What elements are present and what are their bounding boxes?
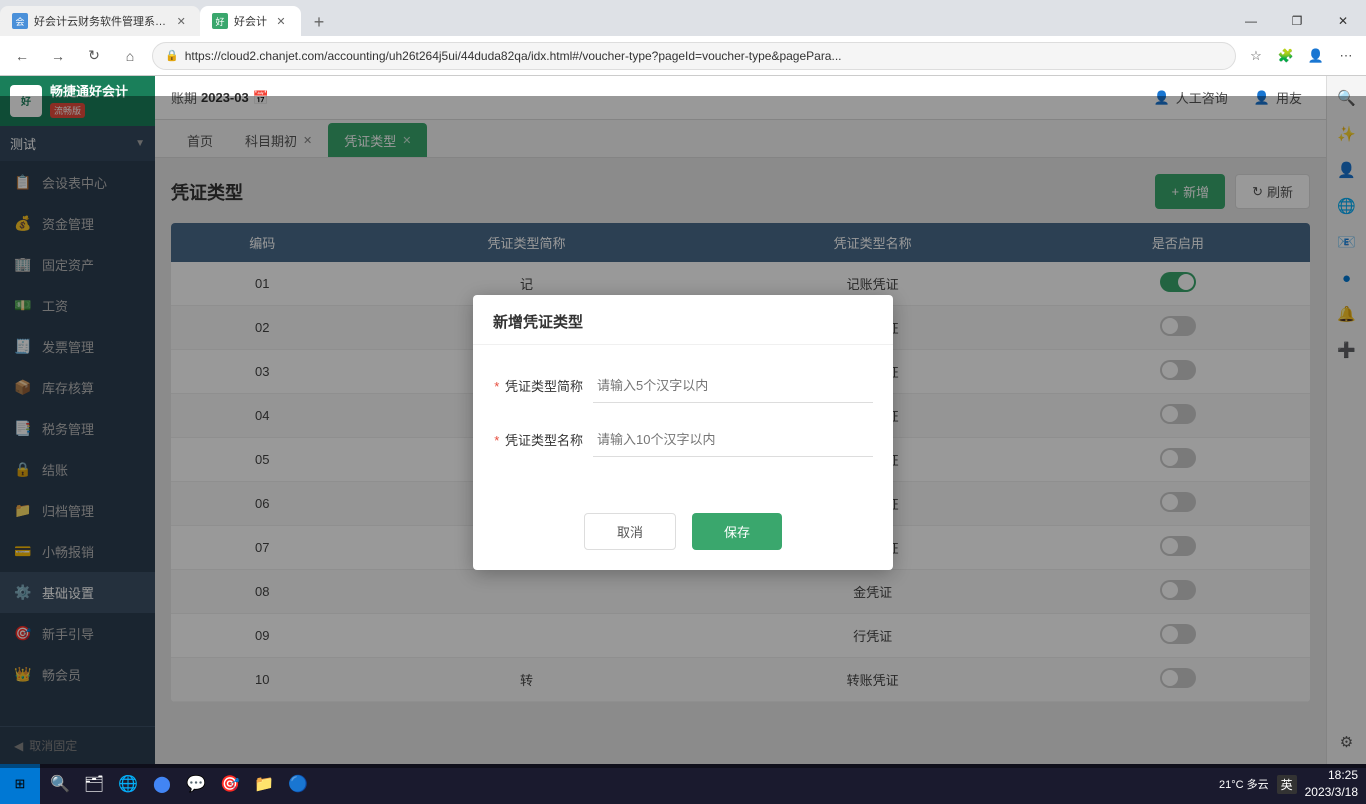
- cancel-button[interactable]: 取消: [584, 513, 676, 550]
- date-display: 2023/3/18: [1305, 784, 1358, 801]
- taskbar-icons: 🔍 🗂 🌐 ⬤ 💬 🎯 📁 🔵: [40, 768, 318, 800]
- profile-icon[interactable]: 👤: [1304, 44, 1328, 68]
- browser-tab-2[interactable]: 好 好会计 ✕: [200, 6, 301, 36]
- modal-overlay[interactable]: 新增凭证类型 * 凭证类型简称 * 凭证类型名称 取消 保存: [0, 96, 1366, 768]
- tab2-close[interactable]: ✕: [273, 13, 289, 29]
- taskbar-task-view[interactable]: 🗂: [78, 768, 110, 800]
- name-required: *: [494, 433, 499, 448]
- short-label: * 凭证类型简称: [493, 376, 593, 395]
- forward-button[interactable]: →: [44, 42, 72, 70]
- tab2-favicon: 好: [212, 13, 228, 29]
- taskbar-sys: 21°C 多云 英: [1211, 775, 1305, 794]
- tab1-favicon: 会: [12, 13, 28, 29]
- taskbar-edge2[interactable]: 🔵: [282, 768, 314, 800]
- short-input[interactable]: [593, 369, 873, 403]
- save-button[interactable]: 保存: [692, 513, 782, 550]
- short-required: *: [494, 379, 499, 394]
- name-input[interactable]: [593, 423, 873, 457]
- start-button[interactable]: ⊞: [0, 764, 40, 804]
- reload-button[interactable]: ↻: [80, 42, 108, 70]
- star-icon[interactable]: ☆: [1244, 44, 1268, 68]
- weather-text: 21°C 多云: [1219, 776, 1269, 792]
- taskbar-wechat[interactable]: 💬: [180, 768, 212, 800]
- menu-icon[interactable]: ⋯: [1334, 44, 1358, 68]
- browser-tab-1[interactable]: 会 好会计云财务软件管理系统_会计 ✕: [0, 6, 200, 36]
- taskbar-store[interactable]: 🎯: [214, 768, 246, 800]
- tab1-close[interactable]: ✕: [175, 13, 188, 29]
- taskbar-chrome[interactable]: ⬤: [146, 768, 178, 800]
- extensions-icon[interactable]: 🧩: [1274, 44, 1298, 68]
- dialog-title: 新增凭证类型: [493, 314, 583, 331]
- tab1-title: 好会计云财务软件管理系统_会计: [34, 13, 169, 29]
- new-tab-button[interactable]: +: [305, 8, 333, 36]
- name-row: * 凭证类型名称: [493, 423, 873, 457]
- taskbar-edge[interactable]: 🌐: [112, 768, 144, 800]
- dialog-body: * 凭证类型简称 * 凭证类型名称: [473, 345, 893, 501]
- taskbar: ⊞ 🔍 🗂 🌐 ⬤ 💬 🎯 📁 🔵 21°C 多云 英 18:25 2023/3…: [0, 764, 1366, 804]
- url-text: https://cloud2.chanjet.com/accounting/uh…: [185, 49, 842, 63]
- add-voucher-dialog: 新增凭证类型 * 凭证类型简称 * 凭证类型名称 取消 保存: [473, 295, 893, 570]
- tab2-title: 好会计: [234, 13, 267, 29]
- taskbar-time: 18:25 2023/3/18: [1305, 767, 1366, 801]
- name-label: * 凭证类型名称: [493, 430, 593, 449]
- taskbar-search[interactable]: 🔍: [44, 768, 76, 800]
- taskbar-explorer[interactable]: 📁: [248, 768, 280, 800]
- dialog-footer: 取消 保存: [473, 501, 893, 570]
- home-button[interactable]: ⌂: [116, 42, 144, 70]
- minimize-button[interactable]: —: [1228, 6, 1274, 36]
- maximize-button[interactable]: ❐: [1274, 6, 1320, 36]
- dialog-header: 新增凭证类型: [473, 295, 893, 345]
- address-bar[interactable]: 🔒 https://cloud2.chanjet.com/accounting/…: [152, 42, 1236, 70]
- back-button[interactable]: ←: [8, 42, 36, 70]
- lang-indicator: 英: [1277, 775, 1297, 794]
- short-name-row: * 凭证类型简称: [493, 369, 873, 403]
- start-icon: ⊞: [15, 776, 26, 792]
- close-button[interactable]: ✕: [1320, 6, 1366, 36]
- time-display: 18:25: [1305, 767, 1358, 784]
